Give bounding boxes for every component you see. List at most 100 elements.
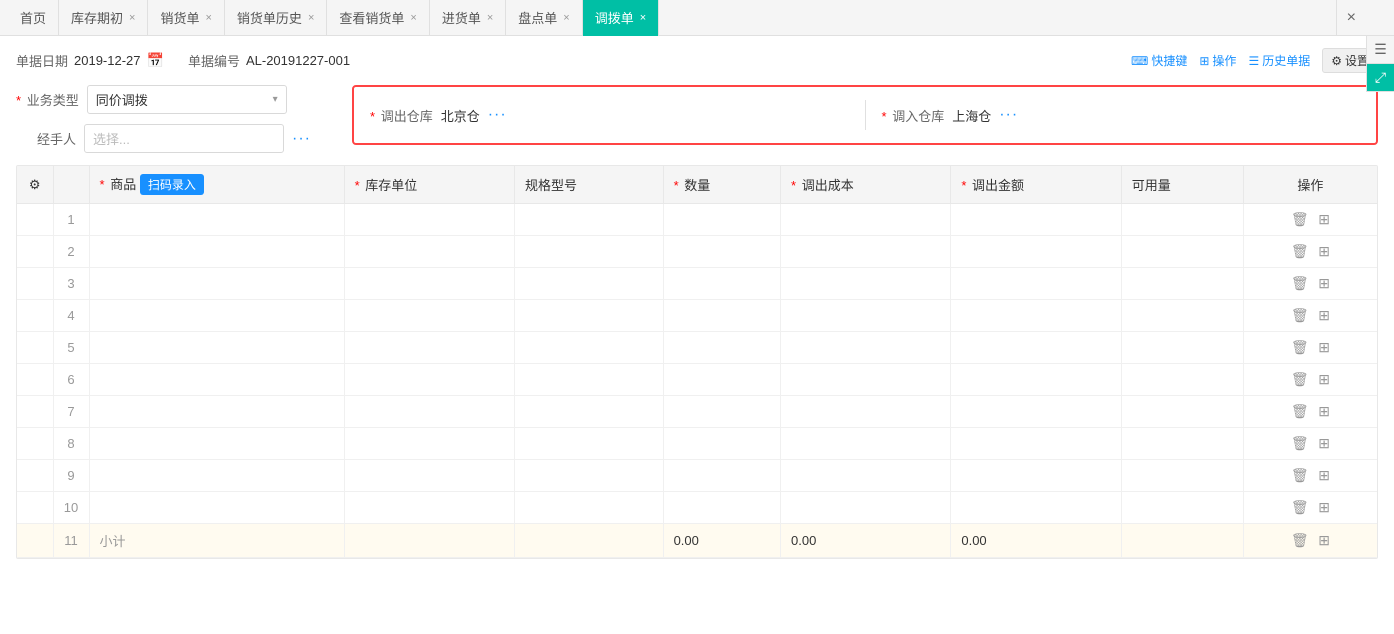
row-amount-cell[interactable] [951, 300, 1121, 332]
row-quantity-cell[interactable] [663, 460, 780, 492]
warehouse-in-more-icon[interactable]: ··· [999, 106, 1018, 124]
row-unit-cell[interactable] [344, 236, 514, 268]
scan-button[interactable]: 扫码录入 [140, 174, 204, 195]
row-quantity-cell[interactable] [663, 428, 780, 460]
handler-more-icon[interactable]: ··· [292, 130, 311, 148]
row-product-cell[interactable] [89, 300, 344, 332]
row-product-cell[interactable] [89, 396, 344, 428]
row-quantity-cell[interactable] [663, 236, 780, 268]
tab-inventory-check[interactable]: 盘点单 × [506, 0, 582, 36]
copy-icon[interactable]: ⊞ [1318, 243, 1330, 260]
row-spec-cell[interactable] [514, 460, 663, 492]
row-available-cell[interactable] [1121, 492, 1243, 524]
copy-icon[interactable]: ⊞ [1318, 403, 1330, 420]
tab-inventory-init[interactable]: 库存期初 × [59, 0, 148, 36]
tab-sales-history[interactable]: 销货单历史 × [225, 0, 327, 36]
copy-icon[interactable]: ⊞ [1318, 532, 1330, 549]
row-amount-cell[interactable] [951, 492, 1121, 524]
row-product-cell[interactable] [89, 428, 344, 460]
row-cost-cell[interactable] [781, 236, 951, 268]
row-amount-cell[interactable] [951, 204, 1121, 236]
row-available-cell[interactable] [1121, 332, 1243, 364]
delete-icon[interactable]: 🗑 [1291, 243, 1309, 260]
row-product-cell[interactable] [89, 492, 344, 524]
row-spec-cell[interactable] [514, 332, 663, 364]
row-product-cell[interactable] [89, 332, 344, 364]
handler-select[interactable]: 选择... [84, 124, 284, 153]
row-unit-cell[interactable] [344, 204, 514, 236]
shortcut-key-link[interactable]: ⌨ 快捷键 [1131, 52, 1187, 69]
row-spec-cell[interactable] [514, 396, 663, 428]
row-available-cell[interactable] [1121, 300, 1243, 332]
row-amount-cell[interactable] [951, 236, 1121, 268]
row-unit-cell[interactable] [344, 396, 514, 428]
history-link[interactable]: ☰ 历史单据 [1248, 52, 1310, 69]
close-all-button[interactable]: × [1336, 0, 1366, 36]
copy-icon[interactable]: ⊞ [1318, 307, 1330, 324]
copy-icon[interactable]: ⊞ [1318, 339, 1330, 356]
copy-icon[interactable]: ⊞ [1318, 275, 1330, 292]
row-spec-cell[interactable] [514, 364, 663, 396]
copy-icon[interactable]: ⊞ [1318, 499, 1330, 516]
close-sales-order[interactable]: × [205, 12, 211, 24]
delete-icon[interactable]: 🗑 [1291, 499, 1309, 516]
row-cost-cell[interactable] [781, 428, 951, 460]
row-available-cell[interactable] [1121, 460, 1243, 492]
row-available-cell[interactable] [1121, 236, 1243, 268]
close-purchase-order[interactable]: × [487, 12, 493, 24]
row-quantity-cell[interactable] [663, 268, 780, 300]
close-inventory-check[interactable]: × [563, 12, 569, 24]
close-transfer-order[interactable]: × [640, 12, 646, 24]
row-quantity-cell[interactable] [663, 204, 780, 236]
row-unit-cell[interactable] [344, 364, 514, 396]
copy-icon[interactable]: ⊞ [1318, 467, 1330, 484]
delete-icon[interactable]: 🗑 [1291, 339, 1309, 356]
row-spec-cell[interactable] [514, 268, 663, 300]
row-quantity-cell[interactable] [663, 332, 780, 364]
row-unit-cell[interactable] [344, 492, 514, 524]
row-available-cell[interactable] [1121, 204, 1243, 236]
sidebar-doc-icon[interactable]: ☰ [1367, 36, 1394, 64]
row-unit-cell[interactable] [344, 268, 514, 300]
warehouse-out-more-icon[interactable]: ··· [488, 106, 507, 124]
row-cost-cell[interactable] [781, 268, 951, 300]
row-cost-cell[interactable] [781, 204, 951, 236]
row-unit-cell[interactable] [344, 332, 514, 364]
row-cost-cell[interactable] [781, 332, 951, 364]
copy-icon[interactable]: ⊞ [1318, 211, 1330, 228]
business-type-select[interactable]: 同价调拨 ▾ [87, 85, 287, 114]
close-view-sales[interactable]: × [410, 12, 416, 24]
copy-icon[interactable]: ⊞ [1318, 435, 1330, 452]
operation-link[interactable]: ⊞ 操作 [1199, 52, 1236, 69]
row-amount-cell[interactable] [951, 428, 1121, 460]
tab-view-sales[interactable]: 查看销货单 × [327, 0, 429, 36]
delete-icon[interactable]: 🗑 [1291, 371, 1309, 388]
row-spec-cell[interactable] [514, 428, 663, 460]
row-cost-cell[interactable] [781, 492, 951, 524]
delete-icon[interactable]: 🗑 [1291, 211, 1309, 228]
row-cost-cell[interactable] [781, 460, 951, 492]
calendar-icon[interactable]: 📅 [147, 52, 164, 69]
row-amount-cell[interactable] [951, 396, 1121, 428]
sidebar-expand-icon[interactable]: ⤢ [1367, 64, 1394, 92]
delete-icon[interactable]: 🗑 [1291, 467, 1309, 484]
row-product-cell[interactable] [89, 204, 344, 236]
tab-transfer-order[interactable]: 调拨单 × [583, 0, 659, 36]
row-spec-cell[interactable] [514, 204, 663, 236]
row-product-cell[interactable] [89, 364, 344, 396]
row-unit-cell[interactable] [344, 300, 514, 332]
row-cost-cell[interactable] [781, 364, 951, 396]
copy-icon[interactable]: ⊞ [1318, 371, 1330, 388]
row-amount-cell[interactable] [951, 364, 1121, 396]
row-available-cell[interactable] [1121, 364, 1243, 396]
col-settings-header[interactable]: ⚙ [17, 166, 53, 204]
row-spec-cell[interactable] [514, 236, 663, 268]
row-quantity-cell[interactable] [663, 396, 780, 428]
row-quantity-cell[interactable] [663, 300, 780, 332]
row-spec-cell[interactable] [514, 300, 663, 332]
row-available-cell[interactable] [1121, 396, 1243, 428]
delete-icon[interactable]: 🗑 [1291, 435, 1309, 452]
row-quantity-cell[interactable] [663, 492, 780, 524]
tab-sales-order[interactable]: 销货单 × [148, 0, 224, 36]
row-quantity-cell[interactable] [663, 364, 780, 396]
